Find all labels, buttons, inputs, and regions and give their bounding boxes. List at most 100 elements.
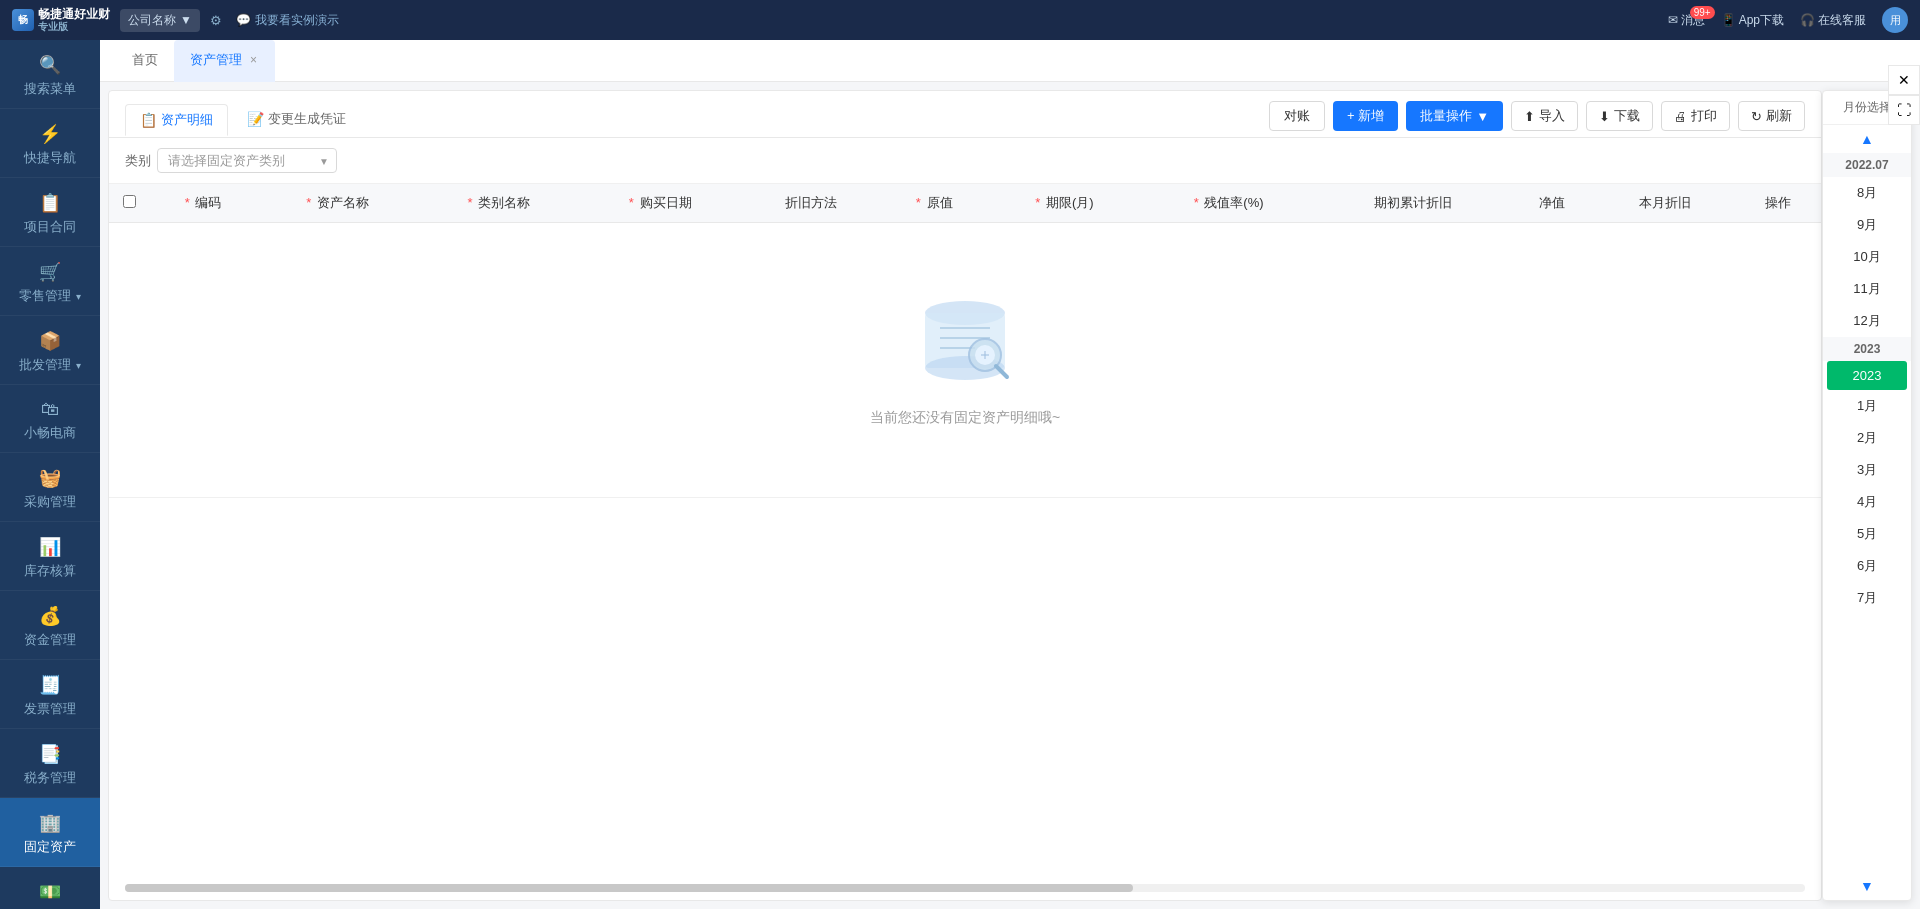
app-download-button[interactable]: 📱 App下载 bbox=[1721, 12, 1784, 29]
category-select-wrap: 请选择固定资产类别 bbox=[157, 148, 337, 173]
purchase-icon: 🧺 bbox=[8, 467, 92, 489]
month-item-1[interactable]: 1月 bbox=[1823, 390, 1911, 422]
sidebar-item-search[interactable]: 🔍 搜索菜单 bbox=[0, 40, 100, 109]
sidebar-item-retail[interactable]: 🛒 零售管理 ▾ bbox=[0, 247, 100, 316]
sidebar-item-ecommerce[interactable]: 🛍 小畅电商 bbox=[0, 385, 100, 453]
ecommerce-icon: 🛍 bbox=[8, 399, 92, 420]
fixedassets-icon: 🏢 bbox=[8, 812, 92, 834]
sidebar-item-label: 小畅电商 bbox=[8, 424, 92, 442]
download-button[interactable]: ⬇ 下载 bbox=[1586, 101, 1653, 131]
month-item-7[interactable]: 7月 bbox=[1823, 582, 1911, 614]
search-icon: 🔍 bbox=[8, 54, 92, 76]
sub-tab-detail[interactable]: 📋 资产明细 bbox=[125, 104, 228, 136]
download-icon: ⬇ bbox=[1599, 109, 1610, 124]
sidebar-item-salary[interactable]: 💵 工资 bbox=[0, 867, 100, 909]
th-residual-rate: * 残值率(%) bbox=[1141, 184, 1317, 223]
app-download-icon: 📱 bbox=[1721, 13, 1736, 27]
sidebar-item-wholesale[interactable]: 📦 批发管理 ▾ bbox=[0, 316, 100, 385]
online-service-button[interactable]: 🎧 在线客服 bbox=[1800, 12, 1866, 29]
month-panel: 月份选择 ▲ 2022.07 8月 9月 10月 11月 12月 2023 20… bbox=[1822, 90, 1912, 901]
month-item-11[interactable]: 11月 bbox=[1823, 273, 1911, 305]
month-item-2023-badge[interactable]: 2023 bbox=[1827, 361, 1907, 390]
th-original-value: * 原值 bbox=[880, 184, 988, 223]
print-label: 打印 bbox=[1691, 107, 1717, 125]
month-item-12[interactable]: 12月 bbox=[1823, 305, 1911, 337]
sidebar-item-quicknav[interactable]: ⚡ 快捷导航 bbox=[0, 109, 100, 178]
refresh-button[interactable]: ↻ 刷新 bbox=[1738, 101, 1805, 131]
demo-link[interactable]: 💬 我要看实例演示 bbox=[236, 12, 339, 29]
th-depreciation: 折旧方法 bbox=[741, 184, 880, 223]
month-item-5[interactable]: 5月 bbox=[1823, 518, 1911, 550]
th-net-value: 净值 bbox=[1509, 184, 1595, 223]
sidebar-item-label: 库存核算 bbox=[8, 562, 92, 580]
table-header-row: * 编码 * 资产名称 * 类别名称 bbox=[109, 184, 1821, 223]
sidebar-item-finance[interactable]: 💰 资金管理 bbox=[0, 591, 100, 660]
quicknav-icon: ⚡ bbox=[8, 123, 92, 145]
sidebar-item-fixedassets[interactable]: 🏢 固定资产 bbox=[0, 798, 100, 867]
tab-asset-management[interactable]: 资产管理 × bbox=[174, 40, 275, 82]
filter-toolbar: 类别 请选择固定资产类别 bbox=[109, 138, 1821, 184]
home-label: 首页 bbox=[132, 51, 158, 69]
sidebar-item-contract[interactable]: 📋 项目合同 bbox=[0, 178, 100, 247]
tab-bar: 首页 资产管理 × bbox=[100, 40, 1920, 82]
month-item-10[interactable]: 10月 bbox=[1823, 241, 1911, 273]
month-item-8[interactable]: 8月 bbox=[1823, 177, 1911, 209]
sidebar-item-tax[interactable]: 📑 税务管理 bbox=[0, 729, 100, 798]
import-button[interactable]: ⬆ 导入 bbox=[1511, 101, 1578, 131]
category-label: 类别 bbox=[125, 152, 151, 170]
batch-label: 批量操作 bbox=[1420, 107, 1472, 125]
month-item-6[interactable]: 6月 bbox=[1823, 550, 1911, 582]
month-nav-up-button[interactable]: ▲ bbox=[1852, 129, 1882, 149]
sidebar-item-purchase[interactable]: 🧺 采购管理 bbox=[0, 453, 100, 522]
tab-home[interactable]: 首页 bbox=[116, 40, 174, 82]
year-2023-header: 2023 bbox=[1823, 337, 1911, 361]
sidebar-item-inventory[interactable]: 📊 库存核算 bbox=[0, 522, 100, 591]
sidebar-item-label: 零售管理 ▾ bbox=[8, 287, 92, 305]
company-selector[interactable]: 公司名称 ▼ bbox=[120, 9, 200, 32]
user-avatar[interactable]: 用 bbox=[1882, 7, 1908, 33]
app-name: 畅捷通好业财 bbox=[38, 7, 110, 21]
select-all-checkbox[interactable] bbox=[123, 195, 136, 208]
print-button[interactable]: 🖨 打印 bbox=[1661, 101, 1730, 131]
category-select[interactable]: 请选择固定资产类别 bbox=[157, 148, 337, 173]
online-service-label: 在线客服 bbox=[1818, 12, 1866, 29]
asset-tab-label: 资产管理 bbox=[190, 51, 242, 69]
month-nav-down-button[interactable]: ▼ bbox=[1852, 876, 1882, 896]
th-category: * 类别名称 bbox=[418, 184, 579, 223]
table-scrollbar[interactable] bbox=[125, 884, 1805, 892]
table-wrap: * 编码 * 资产名称 * 类别名称 bbox=[109, 184, 1821, 884]
table-scrollbar-thumb bbox=[125, 884, 1133, 892]
th-code: * 编码 bbox=[149, 184, 257, 223]
import-label: 导入 bbox=[1539, 107, 1565, 125]
voucher-tab-label: 变更生成凭证 bbox=[268, 110, 346, 128]
company-name: 公司名称 bbox=[128, 12, 176, 29]
detail-tab-label: 资产明细 bbox=[161, 111, 213, 129]
close-panel-button[interactable]: ✕ bbox=[1888, 65, 1920, 95]
voucher-tab-icon: 📝 bbox=[247, 111, 264, 127]
month-item-4[interactable]: 4月 bbox=[1823, 486, 1911, 518]
sidebar-item-invoice[interactable]: 🧾 发票管理 bbox=[0, 660, 100, 729]
app-logo: 畅 畅捷通好业财 专业版 bbox=[12, 7, 110, 33]
page-content: 📋 资产明细 📝 变更生成凭证 对账 + 新增 批量操作 ▼ bbox=[100, 82, 1920, 909]
sidebar-item-label: 项目合同 bbox=[8, 218, 92, 236]
tax-icon: 📑 bbox=[8, 743, 92, 765]
sidebar-item-label: 资金管理 bbox=[8, 631, 92, 649]
add-button[interactable]: + 新增 bbox=[1333, 101, 1398, 131]
settings-button[interactable]: ⚙ bbox=[210, 13, 222, 28]
month-item-9[interactable]: 9月 bbox=[1823, 209, 1911, 241]
content-area: 首页 资产管理 × 📋 资产明细 📝 变更生成凭证 bbox=[100, 40, 1920, 909]
contract-icon: 📋 bbox=[8, 192, 92, 214]
sidebar: 🔍 搜索菜单 ⚡ 快捷导航 📋 项目合同 🛒 零售管理 ▾ 📦 批发管理 ▾ 🛍… bbox=[0, 40, 100, 909]
month-item-3[interactable]: 3月 bbox=[1823, 454, 1911, 486]
demo-icon: 💬 bbox=[236, 13, 251, 27]
wholesale-icon: 📦 bbox=[8, 330, 92, 352]
tab-close-icon[interactable]: × bbox=[248, 51, 259, 69]
sub-tab-voucher[interactable]: 📝 变更生成凭证 bbox=[232, 103, 361, 135]
match-button[interactable]: 对账 bbox=[1269, 101, 1325, 131]
batch-button[interactable]: 批量操作 ▼ bbox=[1406, 101, 1503, 131]
month-item-2[interactable]: 2月 bbox=[1823, 422, 1911, 454]
batch-arrow-icon: ▼ bbox=[1476, 109, 1489, 124]
message-button[interactable]: ✉ 消息 99+ bbox=[1668, 12, 1705, 29]
expand-panel-button[interactable]: ⛶ bbox=[1888, 95, 1920, 125]
month-nav-up: ▲ bbox=[1823, 125, 1911, 153]
